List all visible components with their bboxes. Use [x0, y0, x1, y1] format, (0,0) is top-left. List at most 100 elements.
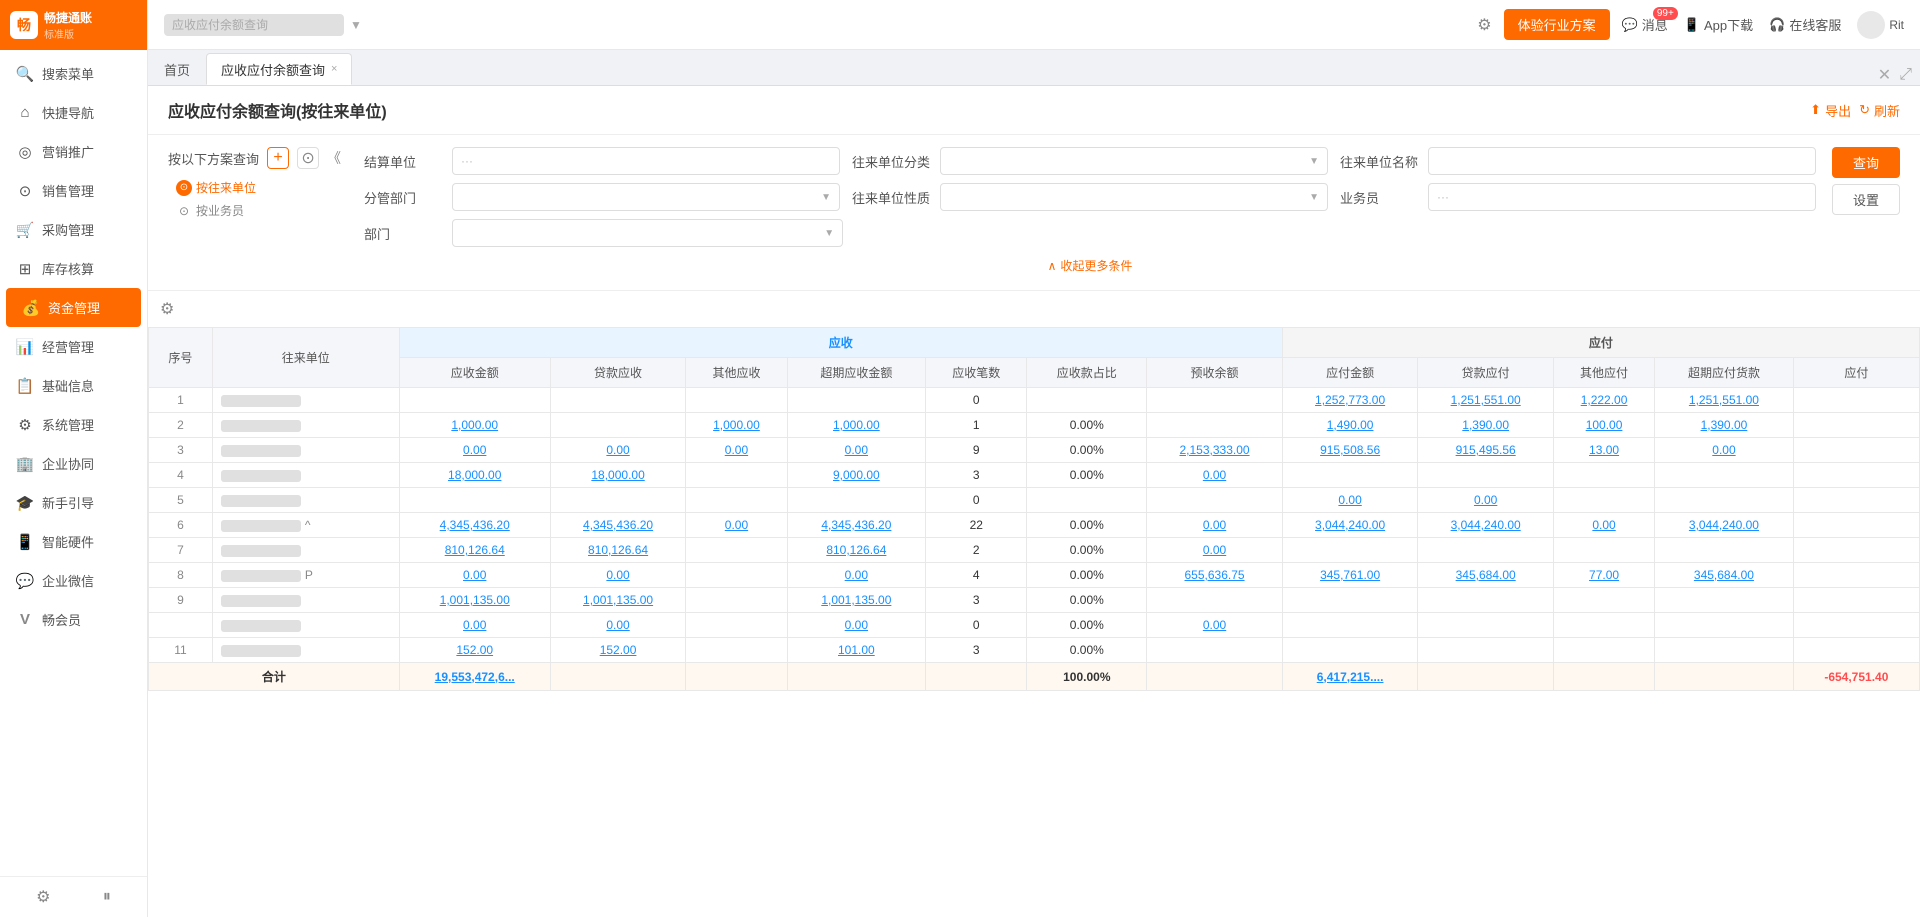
sidebar-item-sales[interactable]: ⊙ 销售管理: [0, 171, 147, 210]
sidebar-item-system[interactable]: ⚙ 系统管理: [0, 405, 147, 444]
filter-settings-icon[interactable]: ⊙: [297, 147, 319, 169]
cell-ar_overdue[interactable]: 0.00: [787, 438, 926, 463]
sidebar-item-smarthw[interactable]: 📱 智能硬件: [0, 522, 147, 561]
filter-add-button[interactable]: +: [267, 147, 289, 169]
window-maximize-button[interactable]: ⤢: [1899, 66, 1912, 84]
partner-name-input[interactable]: [1428, 147, 1816, 175]
footer-ap-amount[interactable]: 6,417,215....: [1282, 663, 1418, 691]
cell-ap_amount[interactable]: 345,761.00: [1282, 563, 1418, 588]
cell-ap_other[interactable]: 1,222.00: [1553, 388, 1654, 413]
cell-ar_loan[interactable]: 0.00: [550, 438, 686, 463]
online-service-button[interactable]: 🎧 在线客服: [1769, 15, 1841, 34]
promo-button[interactable]: 体验行业方案: [1504, 9, 1610, 40]
salesperson-input[interactable]: ···: [1428, 183, 1816, 211]
cell-ar_prepay[interactable]: 0.00: [1147, 538, 1283, 563]
cell-ar_overdue[interactable]: 9,000.00: [787, 463, 926, 488]
cell-ap_amount[interactable]: 3,044,240.00: [1282, 513, 1418, 538]
user-avatar[interactable]: Rit: [1857, 11, 1904, 39]
cell-ar_loan[interactable]: 0.00: [550, 613, 686, 638]
cell-ar_ratio[interactable]: 0.00%: [1027, 613, 1147, 638]
cell-ap_loan[interactable]: 345,684.00: [1418, 563, 1554, 588]
sidebar-item-quicknav[interactable]: ⌂ 快捷导航: [0, 93, 147, 132]
refresh-button[interactable]: ↻ 刷新: [1859, 101, 1900, 120]
sidebar-item-search[interactable]: 🔍 搜索菜单: [0, 54, 147, 93]
settings-button[interactable]: 设置: [1832, 184, 1900, 215]
cell-ar_loan[interactable]: 1,001,135.00: [550, 588, 686, 613]
breadcrumb-dropdown-icon[interactable]: ▼: [350, 18, 362, 32]
cell-ar_ratio[interactable]: 0.00%: [1027, 438, 1147, 463]
cell-ap_loan[interactable]: 915,495.56: [1418, 438, 1554, 463]
cell-ar_amount[interactable]: 0.00: [399, 613, 550, 638]
filter-collapse-icon[interactable]: 《: [327, 148, 341, 168]
cell-ar_amount[interactable]: 18,000.00: [399, 463, 550, 488]
sidebar-item-inventory[interactable]: ⊞ 库存核算: [0, 249, 147, 288]
cell-ap_loan[interactable]: 3,044,240.00: [1418, 513, 1554, 538]
table-settings-icon[interactable]: ⚙: [160, 299, 174, 319]
sidebar-item-basicinfo[interactable]: 📋 基础信息: [0, 366, 147, 405]
export-button[interactable]: ⬆ 导出: [1810, 101, 1851, 120]
cell-ar_overdue[interactable]: 1,001,135.00: [787, 588, 926, 613]
window-close-button[interactable]: ✕: [1878, 65, 1891, 85]
topbar-gear-icon[interactable]: ⚙: [1477, 15, 1491, 35]
cell-ar_amount[interactable]: 1,001,135.00: [399, 588, 550, 613]
cell-ar_count[interactable]: 22: [926, 513, 1027, 538]
table-wrapper[interactable]: 序号 往来单位 应收 应付 应收金额 贷款应收 其他应收 超期应收金额 应收笔数…: [148, 327, 1920, 917]
partner-category-input[interactable]: ▼: [940, 147, 1328, 175]
cell-ar_overdue[interactable]: 810,126.64: [787, 538, 926, 563]
partner-nature-input[interactable]: ▼: [940, 183, 1328, 211]
cell-ar_prepay[interactable]: 0.00: [1147, 513, 1283, 538]
cell-ar_amount[interactable]: 810,126.64: [399, 538, 550, 563]
cell-ar_prepay[interactable]: 0.00: [1147, 613, 1283, 638]
sidebar-item-operations[interactable]: 📊 经营管理: [0, 327, 147, 366]
sidebar-item-guide[interactable]: 🎓 新手引导: [0, 483, 147, 522]
department-input[interactable]: ▼: [452, 219, 843, 247]
cell-ar_overdue[interactable]: 4,345,436.20: [787, 513, 926, 538]
cell-ar_overdue[interactable]: 0.00: [787, 613, 926, 638]
scheme-by-salesperson[interactable]: ⊙ 按业务员: [176, 202, 244, 219]
filter-collapse-button[interactable]: ∧ 收起更多条件: [364, 253, 1816, 278]
cell-ar_amount[interactable]: 4,345,436.20: [399, 513, 550, 538]
cell-ar_count[interactable]: 2: [926, 538, 1027, 563]
cell-ar_loan[interactable]: 18,000.00: [550, 463, 686, 488]
cell-ar_amount[interactable]: 152.00: [399, 638, 550, 663]
cell-ar_count[interactable]: 1: [926, 413, 1027, 438]
cell-ar_count[interactable]: 4: [926, 563, 1027, 588]
tab-ar-ap[interactable]: 应收应付余额查询 ×: [206, 53, 352, 85]
tab-close-icon[interactable]: ×: [331, 63, 337, 75]
cell-ap_other[interactable]: 77.00: [1553, 563, 1654, 588]
cell-ar_ratio[interactable]: 0.00%: [1027, 588, 1147, 613]
cell-ap_overdue[interactable]: 0.00: [1655, 438, 1794, 463]
sidebar-item-enterprise[interactable]: 🏢 企业协同: [0, 444, 147, 483]
sidebar-settings-button[interactable]: ⚙: [36, 887, 50, 907]
cell-ap_other[interactable]: 100.00: [1553, 413, 1654, 438]
cell-ar_amount[interactable]: 0.00: [399, 563, 550, 588]
cell-ar_prepay[interactable]: 2,153,333.00: [1147, 438, 1283, 463]
cell-ap_amount[interactable]: 0.00: [1282, 488, 1418, 513]
cell-ap_other[interactable]: 0.00: [1553, 513, 1654, 538]
cell-ar_ratio[interactable]: 0.00%: [1027, 513, 1147, 538]
sidebar-item-member[interactable]: V 畅会员: [0, 600, 147, 639]
cell-ar_count[interactable]: 3: [926, 588, 1027, 613]
message-button[interactable]: 💬 消息 99+: [1622, 15, 1668, 34]
app-download-button[interactable]: 📱 App下载: [1684, 15, 1753, 34]
settlement-unit-input[interactable]: ···: [452, 147, 840, 175]
cell-ap_amount[interactable]: 1,252,773.00: [1282, 388, 1418, 413]
cell-ap_overdue[interactable]: 345,684.00: [1655, 563, 1794, 588]
cell-ar_ratio[interactable]: 0.00%: [1027, 563, 1147, 588]
cell-ar_overdue[interactable]: 0.00: [787, 563, 926, 588]
query-button[interactable]: 查询: [1832, 147, 1900, 178]
cell-ar_count[interactable]: 0: [926, 488, 1027, 513]
cell-ar_loan[interactable]: 0.00: [550, 563, 686, 588]
cell-ar_overdue[interactable]: 1,000.00: [787, 413, 926, 438]
cell-ap_overdue[interactable]: 1,390.00: [1655, 413, 1794, 438]
cell-ap_overdue[interactable]: 1,251,551.00: [1655, 388, 1794, 413]
sidebar-item-marketing[interactable]: ◎ 营销推广: [0, 132, 147, 171]
sidebar-item-weixin[interactable]: 💬 企业微信: [0, 561, 147, 600]
cell-ap_amount[interactable]: 915,508.56: [1282, 438, 1418, 463]
sidebar-item-purchase[interactable]: 🛒 采购管理: [0, 210, 147, 249]
cell-ar_loan[interactable]: 152.00: [550, 638, 686, 663]
cell-ar_prepay[interactable]: 0.00: [1147, 463, 1283, 488]
cell-ar_amount[interactable]: 0.00: [399, 438, 550, 463]
cell-ar_count[interactable]: 0: [926, 613, 1027, 638]
cell-ap_loan[interactable]: 1,390.00: [1418, 413, 1554, 438]
